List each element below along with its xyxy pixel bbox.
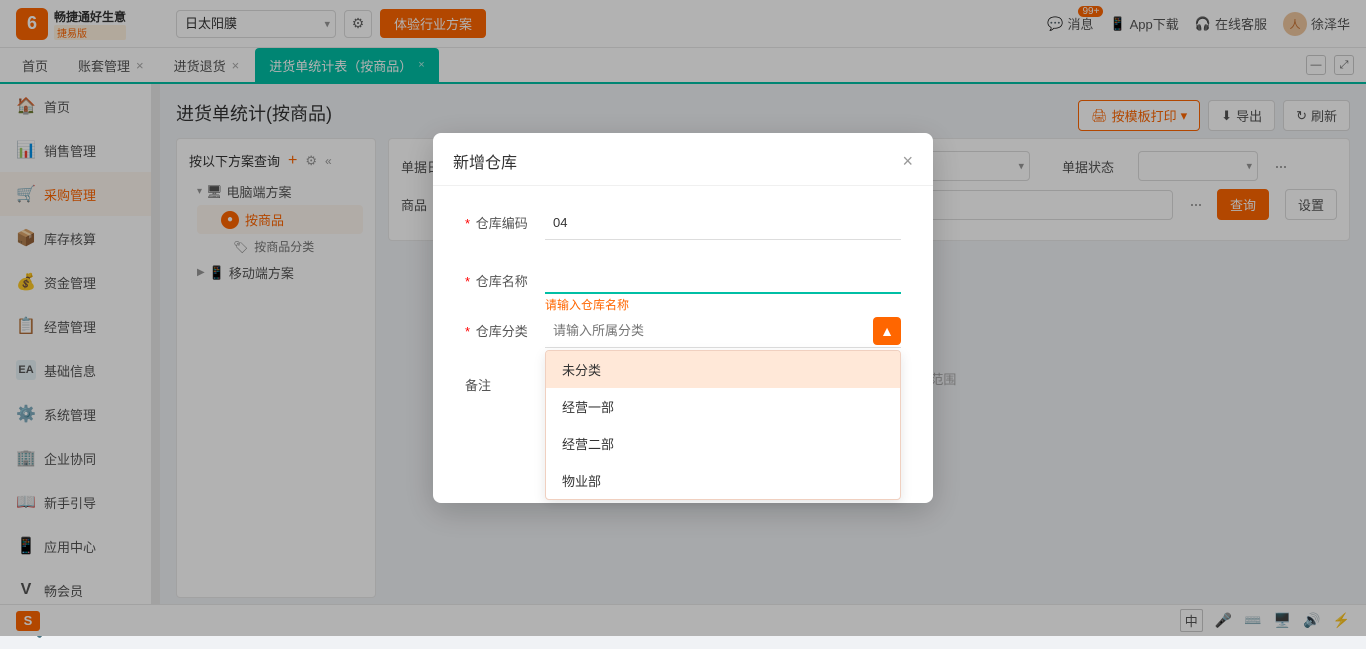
category-dropdown: 未分类 经营一部 经营二部 物业部	[545, 350, 901, 500]
category-input[interactable]	[545, 323, 873, 338]
dialog-header: 新增仓库 ×	[433, 133, 933, 186]
form-row-code: * 仓库编码	[465, 206, 901, 240]
category-wrap: ▲ 未分类 经营一部 经营二部 物业部	[545, 314, 901, 348]
category-option-dept1[interactable]: 经营一部	[546, 388, 900, 425]
form-row-name: * 仓库名称 请输入仓库名称	[465, 260, 901, 294]
category-input-wrap: ▲	[545, 314, 901, 348]
category-required: *	[465, 324, 470, 339]
category-toggle-btn[interactable]: ▲	[873, 317, 901, 345]
code-label: * 仓库编码	[465, 206, 545, 232]
form-row-category: * 仓库分类 ▲ 未分类 经营一部 经营二部 物业部	[465, 314, 901, 348]
category-option-property[interactable]: 物业部	[546, 462, 900, 499]
category-option-dept2[interactable]: 经营二部	[546, 425, 900, 462]
name-label-text: 仓库名称	[476, 274, 528, 289]
category-option-unclassified[interactable]: 未分类	[546, 351, 900, 388]
category-label: * 仓库分类	[465, 314, 545, 340]
remark-label-text: 备注	[465, 378, 491, 393]
code-input[interactable]	[545, 206, 901, 240]
remark-label: 备注	[465, 368, 545, 394]
category-label-text: 仓库分类	[476, 324, 528, 339]
required-marker: *	[465, 216, 470, 231]
name-required: *	[465, 274, 470, 289]
dialog-new-warehouse: 新增仓库 × * 仓库编码 * 仓库名称	[433, 133, 933, 503]
name-input[interactable]	[545, 260, 901, 294]
code-label-text: 仓库编码	[476, 216, 528, 231]
dialog-close-btn[interactable]: ×	[902, 152, 913, 170]
modal-overlay[interactable]: 新增仓库 × * 仓库编码 * 仓库名称	[0, 0, 1366, 636]
name-error-msg: 请输入仓库名称	[545, 296, 629, 313]
name-label: * 仓库名称	[465, 264, 545, 290]
dialog-body: * 仓库编码 * 仓库名称 请输入仓库名称 *	[433, 186, 933, 407]
dialog-title: 新增仓库	[453, 149, 517, 173]
